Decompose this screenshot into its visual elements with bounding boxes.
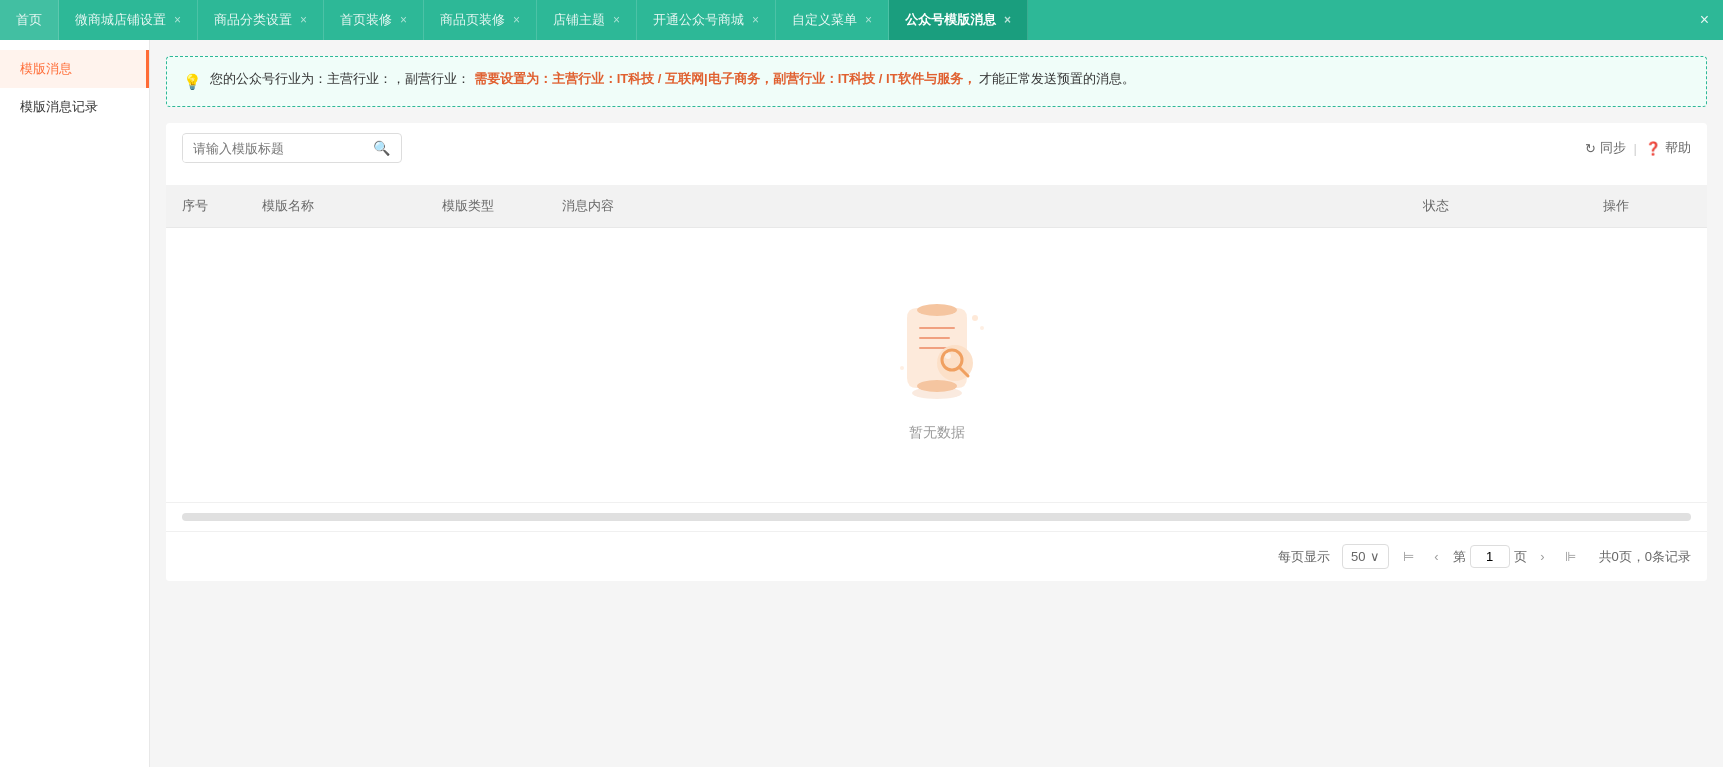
page-label-after: 页 — [1514, 548, 1527, 566]
empty-text: 暂无数据 — [909, 424, 965, 442]
content-area: 💡 您的公众号行业为：主营行业：，副营行业： 需要设置为：主营行业：IT科技 /… — [150, 40, 1723, 767]
last-page-button[interactable]: ⊫ — [1559, 545, 1583, 569]
tab-open-store-label: 开通公众号商城 — [653, 11, 744, 29]
empty-icon — [877, 288, 997, 408]
notice-text-after: 才能正常发送预置的消息。 — [979, 71, 1135, 86]
sidebar: 模版消息 模版消息记录 — [0, 40, 150, 767]
sync-icon: ↻ — [1585, 141, 1596, 156]
close-icon[interactable]: × — [752, 13, 759, 27]
per-page-label: 每页显示 — [1278, 548, 1330, 566]
sidebar-item-template-msg-label: 模版消息 — [20, 61, 72, 76]
notice-text-before: 您的公众号行业为：主营行业：，副营行业： — [210, 71, 470, 86]
page-number-input[interactable] — [1470, 545, 1510, 568]
sidebar-item-template-msg[interactable]: 模版消息 — [0, 50, 149, 88]
main-area: 模版消息 模版消息记录 💡 您的公众号行业为：主营行业：，副营行业： 需要设置为… — [0, 40, 1723, 767]
close-icon[interactable]: × — [1004, 13, 1011, 27]
close-icon[interactable]: × — [613, 13, 620, 27]
page-nav: ⊨ ‹ 第 页 › ⊫ — [1397, 545, 1583, 569]
table-header: 序号 模版名称 模版类型 消息内容 状态 操作 — [166, 185, 1707, 228]
col-header-action: 操作 — [1587, 185, 1707, 227]
tab-open-store[interactable]: 开通公众号商城 × — [637, 0, 776, 40]
notice-highlight: 需要设置为：主营行业：IT科技 / 互联网|电子商务，副营行业：IT科技 / I… — [474, 71, 976, 86]
tab-home-decor-label: 首页装修 — [340, 11, 392, 29]
svg-point-11 — [980, 326, 984, 330]
sidebar-item-template-msg-record-label: 模版消息记录 — [20, 99, 98, 114]
col-header-type: 模版类型 — [426, 185, 546, 227]
close-icon[interactable]: × — [400, 13, 407, 27]
tab-store-theme[interactable]: 店铺主题 × — [537, 0, 637, 40]
sync-label: 同步 — [1600, 139, 1626, 157]
help-button[interactable]: ❓ 帮助 — [1645, 139, 1691, 157]
global-close-button[interactable]: × — [1686, 0, 1723, 40]
tab-home-decor[interactable]: 首页装修 × — [324, 0, 424, 40]
tab-custom-menu[interactable]: 自定义菜单 × — [776, 0, 889, 40]
data-table: 🔍 ↻ 同步 | ❓ 帮助 序号 模版名称 模版 — [166, 123, 1707, 581]
prev-page-button[interactable]: ‹ — [1425, 545, 1449, 569]
tab-shop-settings[interactable]: 微商城店铺设置 × — [59, 0, 198, 40]
page-input-group: 第 页 — [1453, 545, 1527, 568]
help-label: 帮助 — [1665, 139, 1691, 157]
svg-point-9 — [945, 353, 951, 359]
help-icon: ❓ — [1645, 141, 1661, 156]
tab-template-msg-label: 公众号模版消息 — [905, 11, 996, 29]
tab-custom-menu-label: 自定义菜单 — [792, 11, 857, 29]
search-input[interactable] — [183, 135, 363, 162]
bulb-icon: 💡 — [183, 70, 202, 94]
per-page-select[interactable]: 50 ∨ — [1342, 544, 1388, 569]
toolbar-right: ↻ 同步 | ❓ 帮助 — [1585, 139, 1691, 157]
close-icon[interactable]: × — [300, 13, 307, 27]
tab-category-settings-label: 商品分类设置 — [214, 11, 292, 29]
tab-product-decor-label: 商品页装修 — [440, 11, 505, 29]
top-nav: 首页 微商城店铺设置 × 商品分类设置 × 首页装修 × 商品页装修 × 店铺主… — [0, 0, 1723, 40]
svg-point-10 — [972, 315, 978, 321]
close-icon[interactable]: × — [865, 13, 872, 27]
first-page-button[interactable]: ⊨ — [1397, 545, 1421, 569]
close-icon[interactable]: × — [174, 13, 181, 27]
sidebar-item-template-msg-record[interactable]: 模版消息记录 — [0, 88, 149, 126]
svg-point-1 — [917, 304, 957, 316]
horizontal-scrollbar[interactable] — [182, 513, 1691, 521]
empty-state: 暂无数据 — [166, 228, 1707, 502]
chevron-down-icon: ∨ — [1370, 549, 1380, 564]
notice-text: 您的公众号行业为：主营行业：，副营行业： 需要设置为：主营行业：IT科技 / 互… — [210, 69, 1135, 90]
toolbar-divider: | — [1634, 141, 1637, 156]
col-header-name: 模版名称 — [246, 185, 426, 227]
next-page-button[interactable]: › — [1531, 545, 1555, 569]
notice-box: 💡 您的公众号行业为：主营行业：，副营行业： 需要设置为：主营行业：IT科技 /… — [166, 56, 1707, 107]
col-header-index: 序号 — [166, 185, 246, 227]
tab-category-settings[interactable]: 商品分类设置 × — [198, 0, 324, 40]
tab-product-decor[interactable]: 商品页装修 × — [424, 0, 537, 40]
pagination: 每页显示 50 ∨ ⊨ ‹ 第 页 › ⊫ 共0页，0条记录 — [166, 531, 1707, 581]
tab-home[interactable]: 首页 — [0, 0, 59, 40]
tab-template-msg[interactable]: 公众号模版消息 × — [889, 0, 1028, 40]
toolbar: 🔍 ↻ 同步 | ❓ 帮助 — [166, 123, 1707, 173]
per-page-value: 50 — [1351, 549, 1365, 564]
close-icon[interactable]: × — [513, 13, 520, 27]
total-info: 共0页，0条记录 — [1599, 548, 1691, 566]
tab-shop-settings-label: 微商城店铺设置 — [75, 11, 166, 29]
sync-button[interactable]: ↻ 同步 — [1585, 139, 1626, 157]
search-button[interactable]: 🔍 — [363, 134, 400, 162]
col-header-status: 状态 — [1407, 185, 1587, 227]
tab-store-theme-label: 店铺主题 — [553, 11, 605, 29]
page-label-before: 第 — [1453, 548, 1466, 566]
tab-home-label: 首页 — [16, 11, 42, 29]
search-box: 🔍 — [182, 133, 402, 163]
svg-point-2 — [917, 380, 957, 392]
col-header-content: 消息内容 — [546, 185, 1407, 227]
scrollbar-area[interactable] — [166, 502, 1707, 531]
svg-point-12 — [900, 366, 904, 370]
